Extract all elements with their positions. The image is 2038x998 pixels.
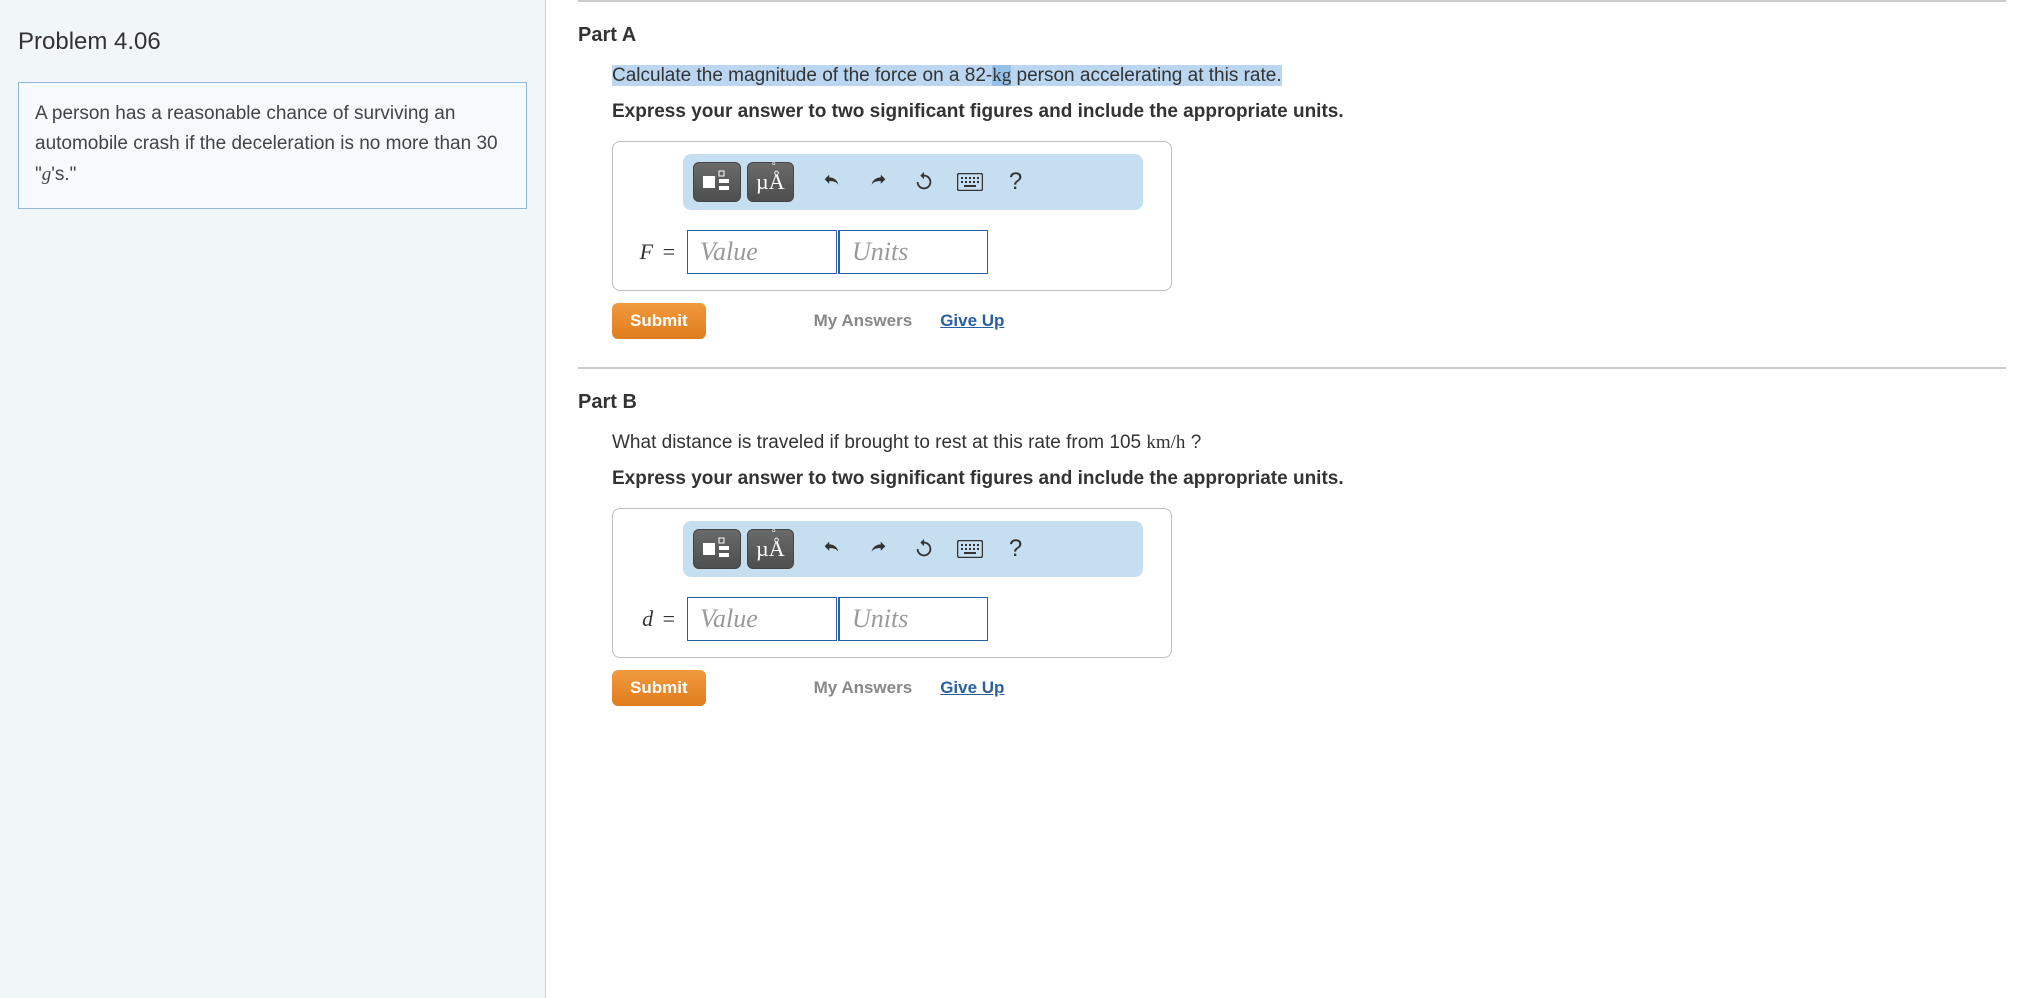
part-a-input-row: F = Value Units (631, 230, 1159, 274)
problem-text-g: g (42, 164, 52, 185)
part-b: Part B What distance is traveled if brou… (578, 367, 2006, 726)
part-b-give-up-link[interactable]: Give Up (940, 678, 1004, 698)
prompt-post: ? (1185, 432, 1201, 453)
part-a-value-input[interactable]: Value (687, 230, 837, 274)
part-a-my-answers-link[interactable]: My Answers (814, 311, 913, 331)
undo-button[interactable] (812, 529, 852, 569)
template-tool-button[interactable] (693, 529, 741, 569)
part-a-variable-label: F = (631, 239, 675, 265)
part-a-prompt: Calculate the magnitude of the force on … (612, 65, 2006, 87)
help-button[interactable]: ? (996, 162, 1036, 202)
problem-statement: A person has a reasonable chance of surv… (18, 82, 527, 209)
units-tool-button[interactable]: µÅ° (747, 529, 794, 569)
part-a-submit-button[interactable]: Submit (612, 303, 706, 339)
part-a-toolbar: µÅ° ? (683, 154, 1143, 210)
problem-text-post: 's." (51, 164, 76, 185)
part-a-actions: Submit My Answers Give Up (612, 303, 2006, 339)
part-b-toolbar: µÅ° ? (683, 521, 1143, 577)
units-tool-button[interactable]: µÅ° (747, 162, 794, 202)
prompt-pre: What distance is traveled if brought to … (612, 432, 1146, 453)
part-b-instruction: Express your answer to two significant f… (612, 468, 2006, 490)
part-a: Part A Calculate the magnitude of the fo… (578, 0, 2006, 359)
part-a-answer-box: µÅ° ? (612, 141, 1172, 291)
template-tool-button[interactable] (693, 162, 741, 202)
prompt-post: person accelerating at this rate. (1011, 65, 1281, 86)
part-b-variable-label: d = (631, 606, 675, 632)
part-b-actions: Submit My Answers Give Up (612, 670, 2006, 706)
part-b-input-row: d = Value Units (631, 597, 1159, 641)
part-b-units-input[interactable]: Units (838, 597, 988, 641)
prompt-highlight: Calculate the magnitude of the force on … (612, 65, 1282, 86)
part-b-label: Part B (578, 391, 2006, 414)
prompt-pre: Calculate the magnitude of the force on … (612, 65, 992, 86)
part-a-units-input[interactable]: Units (838, 230, 988, 274)
help-button[interactable]: ? (996, 529, 1036, 569)
part-a-instruction: Express your answer to two significant f… (612, 101, 2006, 123)
redo-button[interactable] (858, 529, 898, 569)
part-b-my-answers-link[interactable]: My Answers (814, 678, 913, 698)
keyboard-button[interactable] (950, 162, 990, 202)
problem-title: Problem 4.06 (18, 28, 527, 56)
part-b-prompt: What distance is traveled if brought to … (612, 432, 2006, 454)
part-b-answer-box: µÅ° ? (612, 508, 1172, 658)
reset-button[interactable] (904, 162, 944, 202)
undo-button[interactable] (812, 162, 852, 202)
part-b-submit-button[interactable]: Submit (612, 670, 706, 706)
prompt-unit-kg: kg (992, 65, 1011, 86)
part-a-give-up-link[interactable]: Give Up (940, 311, 1004, 331)
main-content: Part A Calculate the magnitude of the fo… (546, 0, 2038, 998)
reset-button[interactable] (904, 529, 944, 569)
keyboard-button[interactable] (950, 529, 990, 569)
prompt-unit-kmh: km/h (1146, 432, 1185, 453)
part-a-label: Part A (578, 24, 2006, 47)
part-b-value-input[interactable]: Value (687, 597, 837, 641)
sidebar: Problem 4.06 A person has a reasonable c… (0, 0, 546, 998)
redo-button[interactable] (858, 162, 898, 202)
problem-text-pre: A person has a reasonable chance of surv… (35, 103, 498, 185)
